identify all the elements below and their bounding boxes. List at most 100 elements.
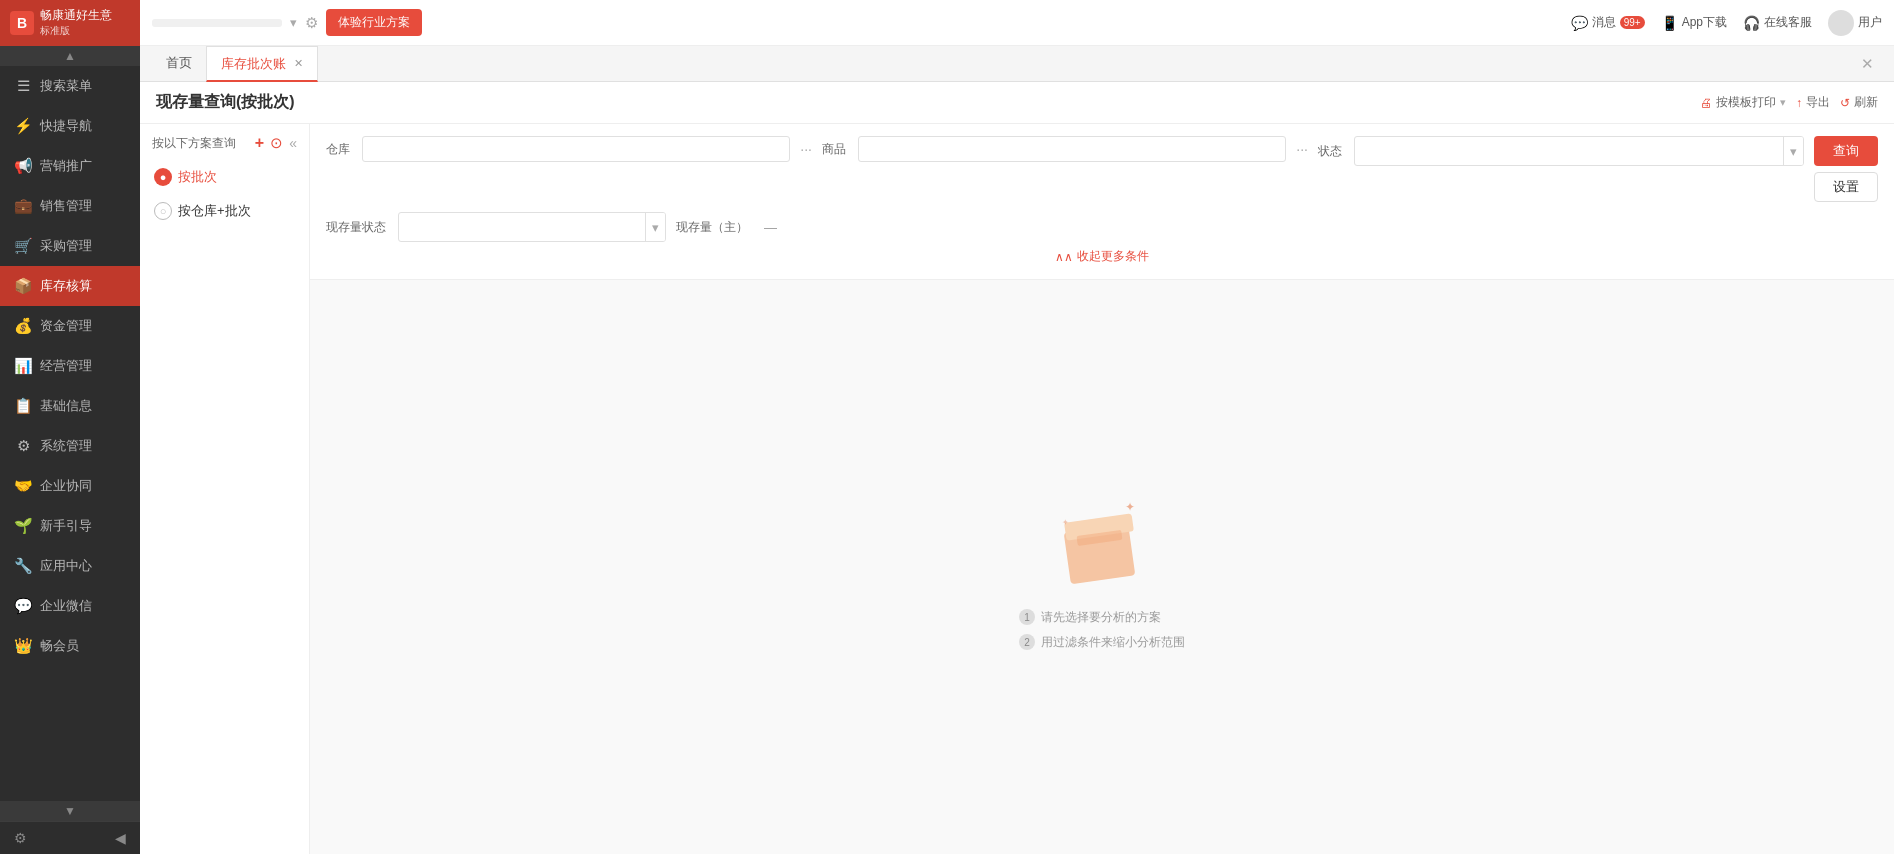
warehouse-dots[interactable]: ··· (800, 141, 812, 157)
status-select[interactable] (1355, 146, 1783, 156)
scheme-panel-header: 按以下方案查询 + ⊙ « (140, 134, 309, 160)
app-download-action[interactable]: 📱 App下载 (1661, 14, 1727, 31)
page-title: 现存量查询(按批次) (156, 92, 295, 113)
topbar-right: 💬 消息 99+ 📱 App下载 🎧 在线客服 用户 (1571, 10, 1882, 36)
messages-action[interactable]: 💬 消息 99+ (1571, 14, 1645, 31)
warehouse-filter-group: 仓库 ··· (326, 136, 812, 162)
topbar-dropdown-icon[interactable]: ▾ (290, 15, 297, 30)
sidebar-item-label: 搜索菜单 (40, 77, 92, 95)
sidebar-item-vip[interactable]: 👑 畅会员 (0, 626, 140, 666)
scheme-panel: 按以下方案查询 + ⊙ « ● 按批次 ○ 按仓库+批次 (140, 124, 310, 854)
topbar: ▾ ⚙ 体验行业方案 💬 消息 99+ 📱 App下载 🎧 在线客服 用户 (140, 0, 1894, 46)
sidebar-scroll-down[interactable]: ▼ (0, 801, 140, 821)
app-version: 标准版 (40, 24, 112, 38)
vip-icon: 👑 (14, 637, 32, 655)
scheme-item-warehouse-batch[interactable]: ○ 按仓库+批次 (140, 194, 309, 228)
stock-qty-dash: — (764, 220, 777, 235)
product-dots[interactable]: ··· (1296, 141, 1308, 157)
status-dropdown-btn[interactable]: ▾ (1783, 137, 1803, 165)
right-panel: 仓库 ··· 商品 ··· 状态 (310, 124, 1894, 854)
sidebar-item-basics[interactable]: 📋 基础信息 (0, 386, 140, 426)
finance-icon: 💰 (14, 317, 32, 335)
print-icon: 🖨 (1700, 96, 1712, 110)
sidebar-item-label: 系统管理 (40, 437, 92, 455)
empty-hints: 1 请先选择要分析的方案 2 用过滤条件来缩小分析范围 (1019, 609, 1185, 651)
stock-status-dropdown-btn[interactable]: ▾ (645, 213, 665, 241)
tab-close-icon[interactable]: ✕ (294, 57, 303, 70)
product-filter-group: 商品 ··· (822, 136, 1308, 162)
tab-actions: ✕ (1853, 55, 1882, 73)
product-input[interactable] (858, 136, 1286, 162)
sidebar-item-label: 企业协同 (40, 477, 92, 495)
sidebar-item-finance[interactable]: 💰 资金管理 (0, 306, 140, 346)
page-actions: 🖨 按模板打印 ▾ ↑ 导出 ↺ 刷新 (1700, 94, 1878, 111)
app-download-icon: 📱 (1661, 15, 1678, 31)
sidebar-item-newbie[interactable]: 🌱 新手引导 (0, 506, 140, 546)
refresh-btn[interactable]: ↺ 刷新 (1840, 94, 1878, 111)
refresh-label: 刷新 (1854, 94, 1878, 111)
scheme-add-icon[interactable]: + (255, 134, 264, 152)
system-icon: ⚙ (14, 437, 32, 455)
collapse-row[interactable]: ∧∧ 收起更多条件 (326, 242, 1878, 267)
warehouse-input[interactable] (362, 136, 790, 162)
messages-badge: 99+ (1620, 16, 1645, 29)
sidebar-item-system[interactable]: ⚙ 系统管理 (0, 426, 140, 466)
export-btn[interactable]: ↑ 导出 (1796, 94, 1830, 111)
filter-row-2: 现存量状态 ▾ 现存量（主） — (326, 212, 1878, 242)
stock-qty-group: 现存量（主） — (676, 219, 781, 236)
print-dropdown-icon[interactable]: ▾ (1780, 96, 1786, 109)
settings-button[interactable]: 设置 (1814, 172, 1878, 202)
scheme-settings-icon[interactable]: ⊙ (270, 134, 283, 152)
marketing-icon: 📢 (14, 157, 32, 175)
sidebar-item-inventory[interactable]: 📦 库存核算 (0, 266, 140, 306)
scheme-warehouse-batch-label: 按仓库+批次 (178, 202, 251, 220)
sidebar-item-label: 企业微信 (40, 597, 92, 615)
collapse-label: 收起更多条件 (1077, 248, 1149, 265)
scheme-panel-actions: + ⊙ « (255, 134, 297, 152)
sidebar-item-management[interactable]: 📊 经营管理 (0, 346, 140, 386)
tab-inventory-batch[interactable]: 库存批次账 ✕ (206, 46, 318, 82)
online-service-action[interactable]: 🎧 在线客服 (1743, 14, 1812, 31)
sidebar: B 畅康通好生意 标准版 ▲ ☰ 搜索菜单 ⚡ 快捷导航 📢 营销推广 💼 销售… (0, 0, 140, 854)
tab-panel-close-icon[interactable]: ✕ (1853, 55, 1882, 73)
sidebar-item-appstore[interactable]: 🔧 应用中心 (0, 546, 140, 586)
appstore-icon: 🔧 (14, 557, 32, 575)
sidebar-nav: ☰ 搜索菜单 ⚡ 快捷导航 📢 营销推广 💼 销售管理 🛒 采购管理 📦 库存核… (0, 66, 140, 801)
action-buttons: 查询 设置 (1814, 136, 1878, 202)
messages-icon: 💬 (1571, 15, 1588, 31)
corpwechat-icon: 💬 (14, 597, 32, 615)
query-button[interactable]: 查询 (1814, 136, 1878, 166)
scheme-item-batch[interactable]: ● 按批次 (140, 160, 309, 194)
sales-icon: 💼 (14, 197, 32, 215)
sidebar-item-purchase[interactable]: 🛒 采购管理 (0, 226, 140, 266)
print-btn[interactable]: 🖨 按模板打印 ▾ (1700, 94, 1786, 111)
sidebar-item-label: 经营管理 (40, 357, 92, 375)
sidebar-item-quicknav[interactable]: ⚡ 快捷导航 (0, 106, 140, 146)
sidebar-item-corpwechat[interactable]: 💬 企业微信 (0, 586, 140, 626)
stock-qty-label: 现存量（主） (676, 219, 748, 236)
topbar-settings-icon[interactable]: ⚙ (305, 14, 318, 32)
tab-home[interactable]: 首页 (152, 46, 206, 82)
sidebar-item-collab[interactable]: 🤝 企业协同 (0, 466, 140, 506)
experience-button[interactable]: 体验行业方案 (326, 9, 422, 36)
filter-row-1: 仓库 ··· 商品 ··· 状态 (326, 136, 1878, 202)
app-name: 畅康通好生意 (40, 8, 112, 24)
empty-state: ✦ ✦ 1 请先选择要分析的方案 2 用过滤条件来缩小分析范围 (310, 280, 1894, 854)
collab-icon: 🤝 (14, 477, 32, 495)
scheme-collapse-icon[interactable]: « (289, 135, 297, 151)
sidebar-item-label: 库存核算 (40, 277, 92, 295)
app-logo: B (10, 11, 34, 35)
sidebar-collapse-icon[interactable]: ◀ (115, 830, 126, 846)
sidebar-item-sales[interactable]: 💼 销售管理 (0, 186, 140, 226)
product-label: 商品 (822, 141, 846, 158)
tab-inventory-batch-label: 库存批次账 (221, 55, 286, 73)
stock-status-select[interactable] (399, 222, 645, 232)
sidebar-item-search[interactable]: ☰ 搜索菜单 (0, 66, 140, 106)
svg-text:✦: ✦ (1062, 518, 1069, 527)
basics-icon: 📋 (14, 397, 32, 415)
sidebar-item-marketing[interactable]: 📢 营销推广 (0, 146, 140, 186)
sidebar-scroll-up[interactable]: ▲ (0, 46, 140, 66)
user-avatar-action[interactable]: 用户 (1828, 10, 1882, 36)
sidebar-settings-icon[interactable]: ⚙ (14, 830, 27, 846)
empty-hint-2-text: 用过滤条件来缩小分析范围 (1041, 634, 1185, 651)
